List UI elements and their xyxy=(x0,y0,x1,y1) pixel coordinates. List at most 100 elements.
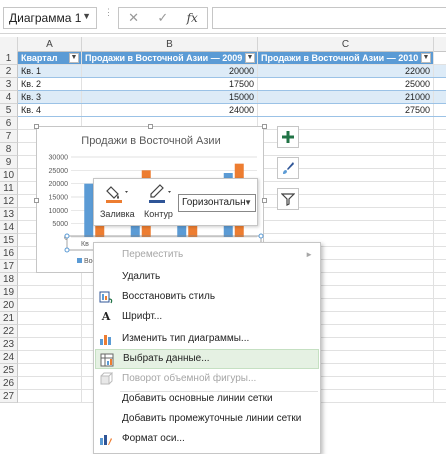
paint-bucket-icon xyxy=(106,186,128,203)
chart-filters-button[interactable] xyxy=(277,188,299,210)
menu-item-label: Поворот объемной фигуры... xyxy=(122,373,257,384)
column-header-b[interactable]: B xyxy=(82,37,258,52)
table-cell[interactable]: Кв. 4 xyxy=(18,104,82,116)
table-cell[interactable] xyxy=(18,351,82,363)
row-header[interactable]: 21 xyxy=(0,312,18,325)
menu-item-change-chart-type[interactable]: Изменить тип диаграммы... xyxy=(95,329,319,349)
row-header[interactable]: 17 xyxy=(0,260,18,273)
plus-icon xyxy=(282,131,294,143)
axis-handle[interactable] xyxy=(64,247,70,253)
table-cell[interactable]: 15000 xyxy=(82,91,258,103)
column-header-c[interactable]: C xyxy=(258,37,434,52)
row-header[interactable]: 5 xyxy=(0,104,18,117)
table-cell[interactable]: Кв. 2 xyxy=(18,78,82,90)
row-header[interactable]: 2 xyxy=(0,65,18,78)
row-header[interactable]: 13 xyxy=(0,208,18,221)
table-cell[interactable] xyxy=(18,325,82,337)
table-cell[interactable]: 22000 xyxy=(258,65,434,77)
select-all-corner[interactable] xyxy=(0,37,18,52)
row-header[interactable]: 7 xyxy=(0,130,18,143)
menu-item-format-axis[interactable]: Формат оси... xyxy=(95,429,319,449)
table-cell[interactable] xyxy=(18,273,82,285)
table-cell[interactable] xyxy=(18,364,82,376)
table-row: Кв. 3 15000 21000 xyxy=(18,91,446,104)
formula-input[interactable] xyxy=(212,7,446,29)
row-header[interactable]: 16 xyxy=(0,247,18,260)
row-header[interactable]: 3 xyxy=(0,78,18,91)
enter-button[interactable]: ✓ xyxy=(157,10,168,26)
table-cell[interactable]: Кв. 1 xyxy=(18,65,82,77)
table-cell[interactable] xyxy=(258,221,434,233)
menu-item-3d-rotation: Поворот объемной фигуры... xyxy=(95,369,319,389)
chevron-down-icon[interactable]: ▼ xyxy=(82,11,91,21)
menu-item-delete[interactable]: Удалить xyxy=(95,267,319,287)
row-header[interactable]: 25 xyxy=(0,364,18,377)
row-header[interactable]: 10 xyxy=(0,169,18,182)
menu-item-label: Восстановить стиль xyxy=(122,291,216,302)
outline-button[interactable]: Контур xyxy=(144,183,178,219)
insert-function-button[interactable]: fx xyxy=(187,11,198,25)
table-cell[interactable] xyxy=(18,377,82,389)
resize-handle[interactable] xyxy=(262,124,267,129)
table-cell[interactable]: 24000 xyxy=(82,104,258,116)
row-header[interactable]: 18 xyxy=(0,273,18,286)
row-header[interactable]: 6 xyxy=(0,117,18,130)
table-header-cell[interactable]: Продажи в Восточной Азии — 2009 ▼ xyxy=(82,52,258,64)
row-header[interactable]: 11 xyxy=(0,182,18,195)
row-header[interactable]: 22 xyxy=(0,325,18,338)
table-header-cell[interactable]: Квартал ▼ xyxy=(18,52,82,64)
row-header[interactable]: 1 xyxy=(0,52,18,65)
menu-item-font[interactable]: A Шрифт... xyxy=(95,307,319,327)
table-cell[interactable]: 20000 xyxy=(82,65,258,77)
filter-dropdown-icon[interactable]: ▼ xyxy=(245,53,255,63)
table-cell[interactable]: 17500 xyxy=(82,78,258,90)
table-cell[interactable] xyxy=(18,312,82,324)
resize-handle[interactable] xyxy=(34,124,39,129)
resize-handle[interactable] xyxy=(262,198,267,203)
row-header[interactable]: 24 xyxy=(0,351,18,364)
table-cell[interactable] xyxy=(18,299,82,311)
row-header[interactable]: 15 xyxy=(0,234,18,247)
drag-handle-icon[interactable]: ⋮ xyxy=(104,8,114,17)
axis-handle[interactable] xyxy=(258,233,264,239)
menu-item-add-major-gridlines[interactable]: Добавить основные линии сетки xyxy=(95,389,319,409)
chart-elements-button[interactable] xyxy=(277,126,299,148)
table-cell[interactable] xyxy=(18,338,82,350)
brush-icon xyxy=(283,162,294,174)
name-box[interactable]: Диаграмма 1 ▼ xyxy=(3,7,97,29)
table-cell[interactable]: 25000 xyxy=(258,78,434,90)
chart-styles-button[interactable] xyxy=(277,157,299,179)
chart-element-selector[interactable]: Горизонтальн ▼ xyxy=(178,194,256,212)
table-header-cell[interactable]: Продажи в Восточной Азии — 2010 ▼ xyxy=(258,52,434,64)
column-header-a[interactable]: A xyxy=(18,37,82,52)
filter-dropdown-icon[interactable]: ▼ xyxy=(421,53,431,63)
row-header[interactable]: 12 xyxy=(0,195,18,208)
row-header[interactable]: 26 xyxy=(0,377,18,390)
table-cell[interactable]: 21000 xyxy=(258,91,434,103)
axis-handle[interactable] xyxy=(64,233,70,239)
row-header[interactable]: 27 xyxy=(0,390,18,403)
y-tick-label: 5000 xyxy=(52,221,68,228)
context-menu: Переместить ► Удалить Восстановить стиль… xyxy=(93,242,321,454)
table-cell[interactable] xyxy=(18,286,82,298)
row-header[interactable]: 4 xyxy=(0,91,18,104)
table-cell[interactable]: 27500 xyxy=(258,104,434,116)
row-header[interactable]: 8 xyxy=(0,143,18,156)
resize-handle[interactable] xyxy=(34,198,39,203)
fill-button[interactable]: Заливка xyxy=(100,183,136,219)
row-header[interactable]: 23 xyxy=(0,338,18,351)
filter-dropdown-icon[interactable]: ▼ xyxy=(69,53,79,63)
bar-2009[interactable] xyxy=(84,183,94,237)
cancel-button[interactable]: ✕ xyxy=(128,10,139,26)
row-header[interactable]: 9 xyxy=(0,156,18,169)
row-header[interactable]: 14 xyxy=(0,221,18,234)
resize-handle[interactable] xyxy=(148,124,153,129)
row-header[interactable]: 20 xyxy=(0,299,18,312)
table-row: Кв. 1 20000 22000 xyxy=(18,65,446,78)
menu-item-reset-style[interactable]: Восстановить стиль xyxy=(95,287,319,307)
menu-item-select-data[interactable]: Выбрать данные... xyxy=(95,349,319,369)
row-header[interactable]: 19 xyxy=(0,286,18,299)
table-cell[interactable] xyxy=(18,390,82,402)
table-cell[interactable]: Кв. 3 xyxy=(18,91,82,103)
menu-item-add-minor-gridlines[interactable]: Добавить промежуточные линии сетки xyxy=(95,409,319,429)
